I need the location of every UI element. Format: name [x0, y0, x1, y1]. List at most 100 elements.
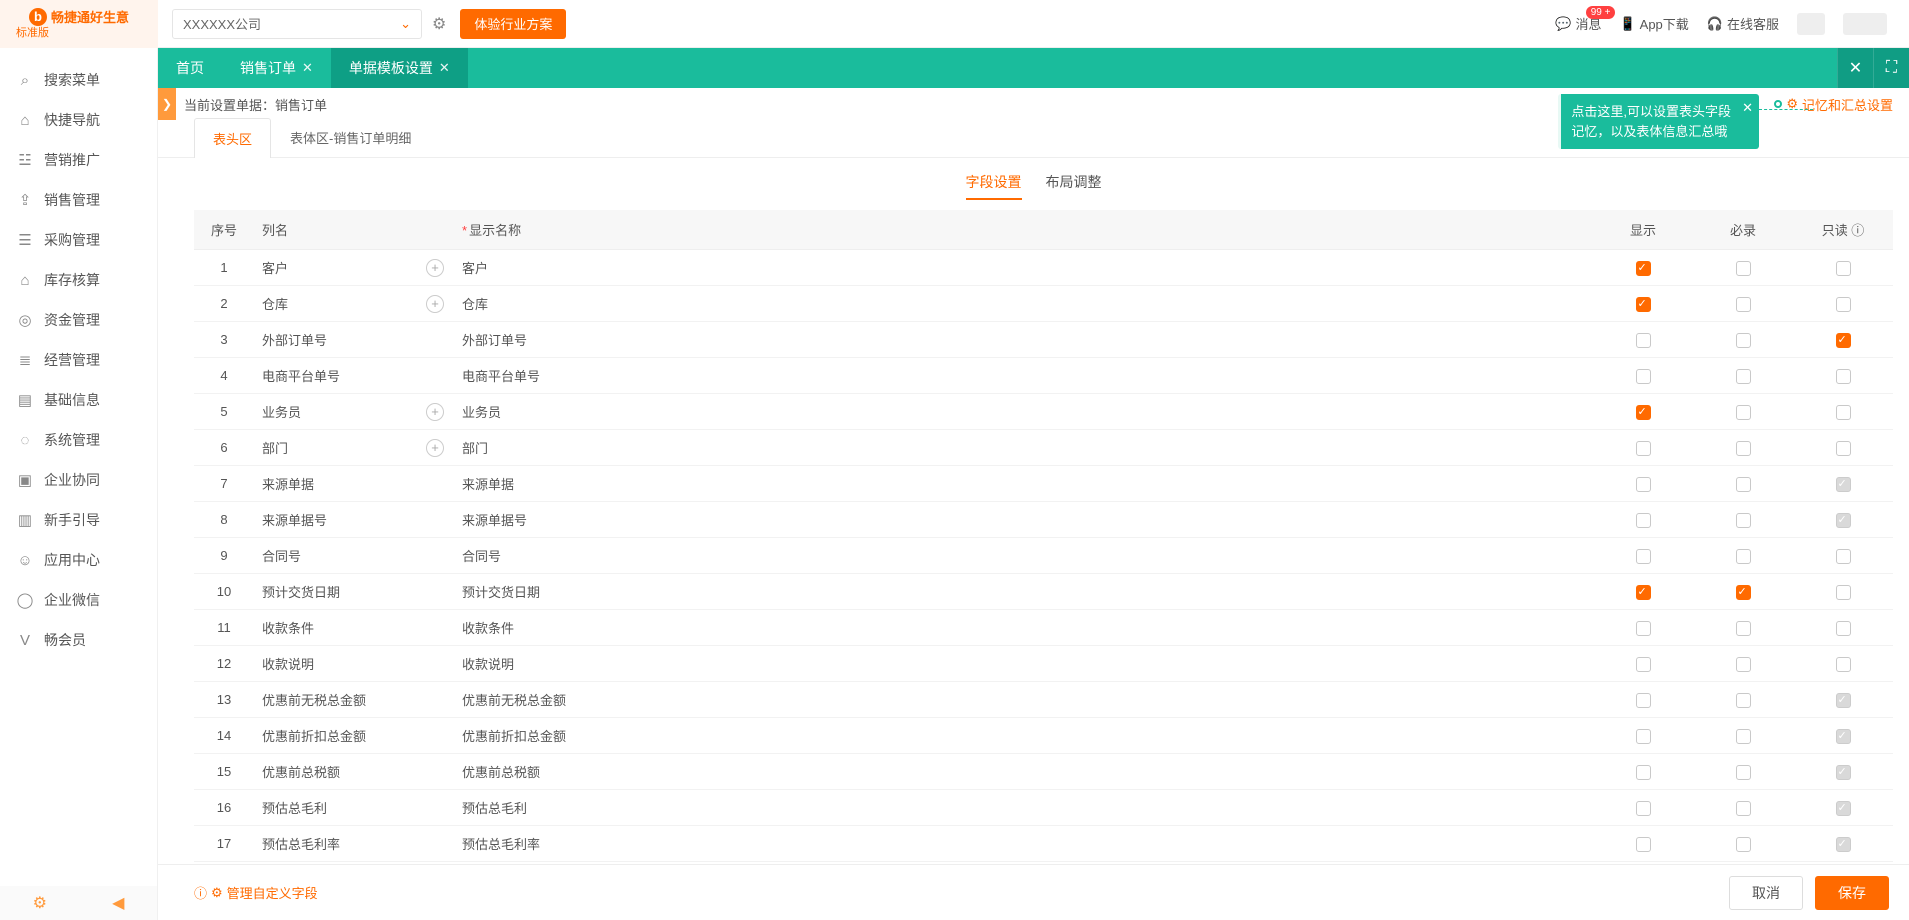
- show-checkbox[interactable]: [1636, 261, 1651, 276]
- service-link[interactable]: 🎧 在线客服: [1707, 14, 1779, 33]
- sidebar-item-营销推广[interactable]: ☳营销推广: [0, 140, 157, 180]
- cell-display[interactable]: 电商平台单号: [454, 358, 1593, 394]
- close-icon[interactable]: ✕: [439, 60, 450, 76]
- readonly-checkbox[interactable]: [1836, 585, 1851, 600]
- cell-display[interactable]: 部门: [454, 430, 1593, 466]
- crumb-collapse-icon[interactable]: ❯: [158, 88, 176, 120]
- avatar-small[interactable]: [1797, 13, 1825, 35]
- required-checkbox[interactable]: [1736, 297, 1751, 312]
- add-icon[interactable]: +: [426, 259, 444, 277]
- cell-display[interactable]: 收款条件: [454, 610, 1593, 646]
- readonly-checkbox[interactable]: [1836, 405, 1851, 420]
- sidebar-item-资金管理[interactable]: ◎资金管理: [0, 300, 157, 340]
- sidebar-item-系统管理[interactable]: ◌系统管理: [0, 420, 157, 460]
- show-checkbox[interactable]: [1636, 621, 1651, 636]
- cell-display[interactable]: 业务员: [454, 394, 1593, 430]
- show-checkbox[interactable]: [1636, 405, 1651, 420]
- sidebar-item-企业协同[interactable]: ▣企业协同: [0, 460, 157, 500]
- show-checkbox[interactable]: [1636, 693, 1651, 708]
- cell-display[interactable]: 来源单据: [454, 466, 1593, 502]
- readonly-checkbox[interactable]: [1836, 657, 1851, 672]
- required-checkbox[interactable]: [1736, 801, 1751, 816]
- required-checkbox[interactable]: [1736, 405, 1751, 420]
- cell-display[interactable]: 预估总毛利率: [454, 826, 1593, 862]
- cell-display[interactable]: 仓库: [454, 286, 1593, 322]
- readonly-checkbox[interactable]: [1836, 549, 1851, 564]
- show-checkbox[interactable]: [1636, 441, 1651, 456]
- gear-icon[interactable]: ⚙: [432, 14, 446, 34]
- required-checkbox[interactable]: [1736, 477, 1751, 492]
- required-checkbox[interactable]: [1736, 729, 1751, 744]
- cell-display[interactable]: 预估总毛利: [454, 790, 1593, 826]
- readonly-checkbox[interactable]: [1836, 261, 1851, 276]
- cell-display[interactable]: 合同号: [454, 538, 1593, 574]
- show-checkbox[interactable]: [1636, 801, 1651, 816]
- sidebar-item-搜索菜单[interactable]: ⌕搜索菜单: [0, 60, 157, 100]
- sidebar-item-快捷导航[interactable]: ⌂快捷导航: [0, 100, 157, 140]
- sidebar-item-应用中心[interactable]: ☺应用中心: [0, 540, 157, 580]
- cell-display[interactable]: 优惠前总税额: [454, 754, 1593, 790]
- collapse-icon[interactable]: ◀: [112, 893, 124, 913]
- show-checkbox[interactable]: [1636, 549, 1651, 564]
- tooltip-close-icon[interactable]: ✕: [1742, 98, 1753, 118]
- tab-首页[interactable]: 首页: [158, 48, 222, 88]
- required-checkbox[interactable]: [1736, 585, 1751, 600]
- show-checkbox[interactable]: [1636, 837, 1651, 852]
- show-checkbox[interactable]: [1636, 657, 1651, 672]
- show-checkbox[interactable]: [1636, 369, 1651, 384]
- sidebar-item-基础信息[interactable]: ▤基础信息: [0, 380, 157, 420]
- memory-settings-link[interactable]: ⚙ 记忆和汇总设置: [1774, 95, 1893, 114]
- company-select[interactable]: XXXXXX公司 ⌄: [172, 9, 422, 39]
- readonly-checkbox[interactable]: [1836, 621, 1851, 636]
- trial-button[interactable]: 体验行业方案: [460, 9, 566, 39]
- settings-icon[interactable]: ⚙: [33, 893, 47, 913]
- download-link[interactable]: 📱 App下载: [1619, 14, 1688, 33]
- sidebar-item-畅会员[interactable]: V畅会员: [0, 620, 157, 660]
- readonly-checkbox[interactable]: [1836, 297, 1851, 312]
- readonly-checkbox[interactable]: [1836, 369, 1851, 384]
- logo[interactable]: b 畅捷通好生意 标准版: [0, 0, 158, 48]
- close-all-tabs[interactable]: ✕: [1837, 48, 1873, 88]
- required-checkbox[interactable]: [1736, 837, 1751, 852]
- tab-销售订单[interactable]: 销售订单✕: [222, 48, 331, 88]
- add-icon[interactable]: +: [426, 295, 444, 313]
- sidebar-item-库存核算[interactable]: ⌂库存核算: [0, 260, 157, 300]
- show-checkbox[interactable]: [1636, 333, 1651, 348]
- avatar-menu[interactable]: [1843, 13, 1887, 35]
- expand-tabs[interactable]: ⛶: [1873, 48, 1909, 88]
- save-button[interactable]: 保存: [1815, 876, 1889, 910]
- show-checkbox[interactable]: [1636, 297, 1651, 312]
- add-icon[interactable]: +: [426, 439, 444, 457]
- midtab-字段设置[interactable]: 字段设置: [966, 172, 1022, 200]
- required-checkbox[interactable]: [1736, 513, 1751, 528]
- cell-display[interactable]: 客户: [454, 250, 1593, 286]
- required-checkbox[interactable]: [1736, 693, 1751, 708]
- custom-fields-link[interactable]: ⓘ ⚙ 管理自定义字段: [194, 883, 318, 902]
- close-icon[interactable]: ✕: [302, 60, 313, 76]
- sidebar-item-采购管理[interactable]: ☰采购管理: [0, 220, 157, 260]
- sidebar-item-新手引导[interactable]: ▥新手引导: [0, 500, 157, 540]
- subtab-表体区-销售订单明细[interactable]: 表体区-销售订单明细: [271, 117, 430, 157]
- readonly-checkbox[interactable]: [1836, 333, 1851, 348]
- cell-display[interactable]: 来源单据号: [454, 502, 1593, 538]
- required-checkbox[interactable]: [1736, 333, 1751, 348]
- show-checkbox[interactable]: [1636, 765, 1651, 780]
- required-checkbox[interactable]: [1736, 549, 1751, 564]
- cell-display[interactable]: 优惠前折扣总金额: [454, 718, 1593, 754]
- cell-display[interactable]: 优惠前无税总金额: [454, 682, 1593, 718]
- messages-link[interactable]: 💬 消息 99 +: [1555, 14, 1601, 33]
- tab-单据模板设置[interactable]: 单据模板设置✕: [331, 48, 468, 88]
- required-checkbox[interactable]: [1736, 657, 1751, 672]
- cell-display[interactable]: 收款说明: [454, 646, 1593, 682]
- required-checkbox[interactable]: [1736, 765, 1751, 780]
- cancel-button[interactable]: 取消: [1729, 876, 1803, 910]
- readonly-checkbox[interactable]: [1836, 441, 1851, 456]
- sidebar-item-经营管理[interactable]: ≣经营管理: [0, 340, 157, 380]
- required-checkbox[interactable]: [1736, 441, 1751, 456]
- table-wrap[interactable]: 序号 列名 *显示名称 显示 必录 只读 ⓘ 1客户+客户2仓库+仓库3外部订单…: [158, 210, 1909, 864]
- show-checkbox[interactable]: [1636, 585, 1651, 600]
- required-checkbox[interactable]: [1736, 621, 1751, 636]
- show-checkbox[interactable]: [1636, 513, 1651, 528]
- add-icon[interactable]: +: [426, 403, 444, 421]
- required-checkbox[interactable]: [1736, 261, 1751, 276]
